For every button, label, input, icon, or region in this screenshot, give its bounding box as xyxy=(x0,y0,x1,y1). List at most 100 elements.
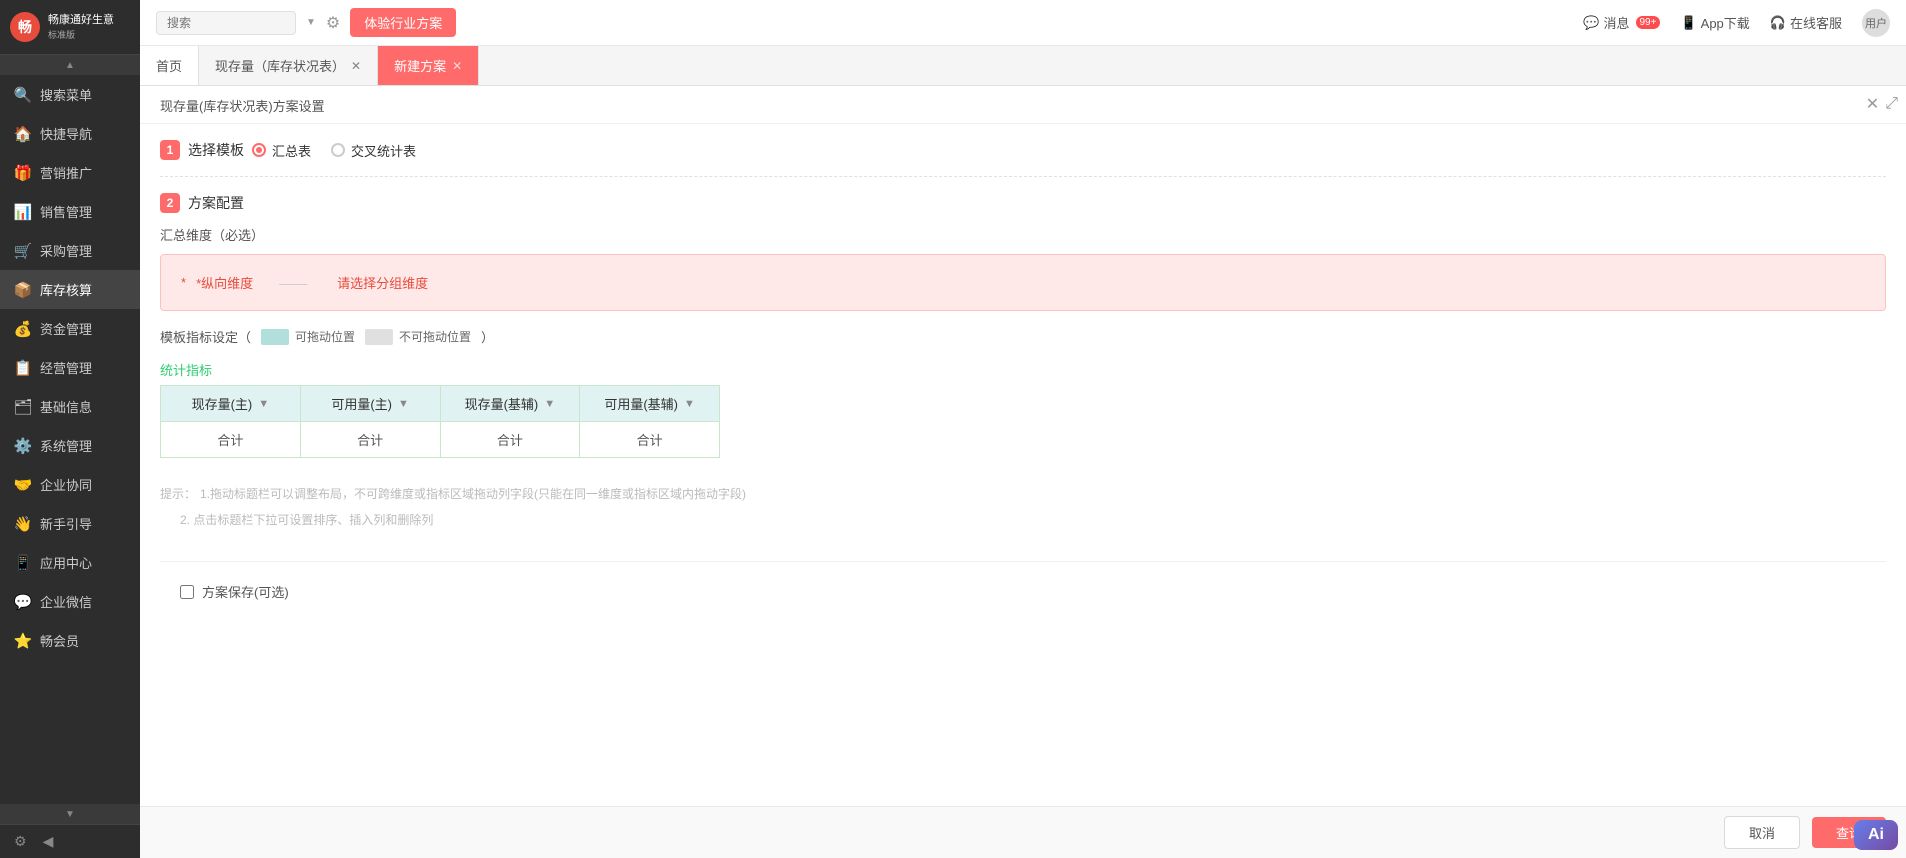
sidebar-item-marketing[interactable]: 🎁 营销推广 xyxy=(0,153,140,192)
content-area: ✕ ⤢ 现存量(库存状况表)方案设置 1 选择模板 汇总表 xyxy=(140,86,1906,806)
col-aux-qty-dropdown[interactable]: ▼ xyxy=(544,398,555,410)
tab-new-schema-label: 新建方案 xyxy=(394,56,446,75)
operations-icon: 📋 xyxy=(14,359,32,377)
col-avail-main-dropdown[interactable]: ▼ xyxy=(398,398,409,410)
radio-cross[interactable]: 交叉统计表 xyxy=(331,141,416,160)
save-schema-checkbox[interactable] xyxy=(180,585,194,599)
expand-panel-button[interactable]: ⤢ xyxy=(1885,94,1898,114)
cell-main-qty-sub: 合计 xyxy=(161,422,301,458)
col-main-qty-dropdown[interactable]: ▼ xyxy=(258,398,269,410)
sidebar-item-label: 企业协同 xyxy=(40,475,92,494)
app-download-label: App下载 xyxy=(1701,13,1750,32)
ai-button[interactable]: Ai xyxy=(1854,820,1898,850)
headset-icon: 🎧 xyxy=(1770,15,1786,31)
sidebar: 畅 畅康通好生意 标准版 ▲ 🔍 搜索菜单 🏠 快捷导航 🎁 营销推广 📊 销售… xyxy=(0,0,140,858)
tab-home-label: 首页 xyxy=(156,56,182,75)
tab-new-schema[interactable]: 新建方案 ✕ xyxy=(378,46,479,85)
hints-area: 提示： 1.拖动标题栏可以调整布局，不可跨维度或指标区域拖动列字段(只能在同一维… xyxy=(160,474,1886,545)
radio-summary-label: 汇总表 xyxy=(272,141,311,160)
indicator-settings: 模板指标设定（ 可拖动位置 不可拖动位置 ） xyxy=(160,327,1886,346)
sidebar-scroll-down[interactable]: ▼ xyxy=(0,804,140,824)
gear-button[interactable]: ⚙ xyxy=(326,13,340,33)
hint-text-2: 2. 点击标题栏下拉可设置排序、插入列和删除列 xyxy=(180,510,433,532)
quick-nav-icon: 🏠 xyxy=(14,125,32,143)
sidebar-item-enterprise[interactable]: 🤝 企业协同 xyxy=(0,465,140,504)
col-avail-main-header[interactable]: 可用量(主) ▼ xyxy=(300,386,440,422)
sidebar-item-inventory[interactable]: 📦 库存核算 xyxy=(0,270,140,309)
sidebar-item-operations[interactable]: 📋 经营管理 xyxy=(0,348,140,387)
enterprise-icon: 🤝 xyxy=(14,476,32,494)
hint-row-1: 提示： 1.拖动标题栏可以调整布局，不可跨维度或指标区域拖动列字段(只能在同一维… xyxy=(160,484,1886,506)
tab-home[interactable]: 首页 xyxy=(140,46,199,85)
try-industry-button[interactable]: 体验行业方案 xyxy=(350,8,456,37)
radio-summary[interactable]: 汇总表 xyxy=(252,141,311,160)
tab-inventory-status-close[interactable]: ✕ xyxy=(351,59,361,73)
panel-controls: ✕ ⤢ xyxy=(1866,94,1898,114)
app-download-icon: 📱 xyxy=(1680,15,1696,31)
col-avail-aux-header[interactable]: 可用量(基辅) ▼ xyxy=(580,386,720,422)
step2-section: 2 方案配置 汇总维度（必选） * *纵向维度 —— 请选择分组维度 xyxy=(160,193,1886,545)
messages-action[interactable]: 💬 消息 99+ xyxy=(1583,13,1660,32)
basic-info-icon: 🗂 xyxy=(14,398,32,416)
help-icon[interactable]: ◀ xyxy=(43,833,54,850)
finance-icon: 💰 xyxy=(14,320,32,338)
sidebar-scroll-up[interactable]: ▲ xyxy=(0,55,140,75)
sidebar-item-quick-nav[interactable]: 🏠 快捷导航 xyxy=(0,114,140,153)
sidebar-item-label: 经营管理 xyxy=(40,358,92,377)
user-avatar[interactable]: 用户 xyxy=(1862,9,1890,37)
wechat-icon: 💬 xyxy=(14,593,32,611)
message-icon: 💬 xyxy=(1583,15,1599,31)
sidebar-item-wechat[interactable]: 💬 企业微信 xyxy=(0,582,140,621)
app-download-action[interactable]: 📱 App下载 xyxy=(1680,13,1749,32)
tab-new-schema-close[interactable]: ✕ xyxy=(452,59,462,73)
tab-inventory-status-label: 现存量（库存状况表） xyxy=(215,56,345,75)
sidebar-item-member[interactable]: ⭐ 畅会员 xyxy=(0,621,140,660)
sidebar-item-system[interactable]: ⚙️ 系统管理 xyxy=(0,426,140,465)
search-dropdown-arrow[interactable]: ▼ xyxy=(306,17,316,28)
stats-table-data-row: 合计 合计 合计 合计 xyxy=(161,422,720,458)
sidebar-item-label: 新手引导 xyxy=(40,514,92,533)
sidebar-item-finance[interactable]: 💰 资金管理 xyxy=(0,309,140,348)
sidebar-item-basic-info[interactable]: 🗂 基础信息 xyxy=(0,387,140,426)
sidebar-item-label: 采购管理 xyxy=(40,241,92,260)
sidebar-item-app-center[interactable]: 📱 应用中心 xyxy=(0,543,140,582)
radio-cross-label: 交叉统计表 xyxy=(351,141,416,160)
cell-aux-qty-sub: 合计 xyxy=(440,422,580,458)
col-avail-aux-label: 可用量(基辅) xyxy=(604,394,678,413)
messages-label: 消息 xyxy=(1603,13,1629,32)
main-area: ▼ ⚙ 体验行业方案 💬 消息 99+ 📱 App下载 🎧 在线客服 用户 首页 xyxy=(140,0,1906,858)
draggable-legend: 可拖动位置 xyxy=(261,328,355,345)
sidebar-item-search-menu[interactable]: 🔍 搜索菜单 xyxy=(0,75,140,114)
radio-summary-circle xyxy=(252,143,266,157)
col-avail-aux-dropdown[interactable]: ▼ xyxy=(684,398,695,410)
sidebar-item-sales[interactable]: 📊 销售管理 xyxy=(0,192,140,231)
fixed-label: 不可拖动位置 xyxy=(399,328,471,345)
dimension-area: * *纵向维度 —— 请选择分组维度 xyxy=(160,254,1886,311)
step2-badge: 2 xyxy=(160,193,180,213)
sidebar-item-label: 快捷导航 xyxy=(40,124,92,143)
sidebar-item-purchase[interactable]: 🛒 采购管理 xyxy=(0,231,140,270)
col-aux-qty-header[interactable]: 现存量(基辅) ▼ xyxy=(440,386,580,422)
logo-icon: 畅 xyxy=(10,12,40,42)
dim-dash: —— xyxy=(279,275,307,291)
sidebar-item-label: 营销推广 xyxy=(40,163,92,182)
dimension-placeholder[interactable]: 请选择分组维度 xyxy=(337,273,428,292)
sidebar-item-new-guide[interactable]: 👋 新手引导 xyxy=(0,504,140,543)
col-main-qty-header[interactable]: 现存量(主) ▼ xyxy=(161,386,301,422)
sidebar-item-label: 系统管理 xyxy=(40,436,92,455)
sidebar-item-label: 企业微信 xyxy=(40,592,92,611)
customer-service-action[interactable]: 🎧 在线客服 xyxy=(1770,13,1842,32)
search-input[interactable] xyxy=(156,11,296,35)
sidebar-item-label: 基础信息 xyxy=(40,397,92,416)
fixed-legend: 不可拖动位置 xyxy=(365,328,471,345)
close-panel-button[interactable]: ✕ xyxy=(1866,94,1879,114)
sidebar-item-label: 畅会员 xyxy=(40,631,79,650)
page-title: 现存量(库存状况表)方案设置 xyxy=(160,99,325,114)
tab-inventory-status[interactable]: 现存量（库存状况表） ✕ xyxy=(199,46,378,85)
cancel-button[interactable]: 取消 xyxy=(1724,816,1800,849)
sidebar-logo: 畅 畅康通好生意 标准版 xyxy=(0,0,140,55)
header-left: ▼ ⚙ 体验行业方案 xyxy=(156,8,456,37)
settings-icon[interactable]: ⚙ xyxy=(14,833,27,850)
stats-table-header-row: 现存量(主) ▼ 可用量(主) ▼ xyxy=(161,386,720,422)
col-avail-main-label: 可用量(主) xyxy=(331,394,392,413)
